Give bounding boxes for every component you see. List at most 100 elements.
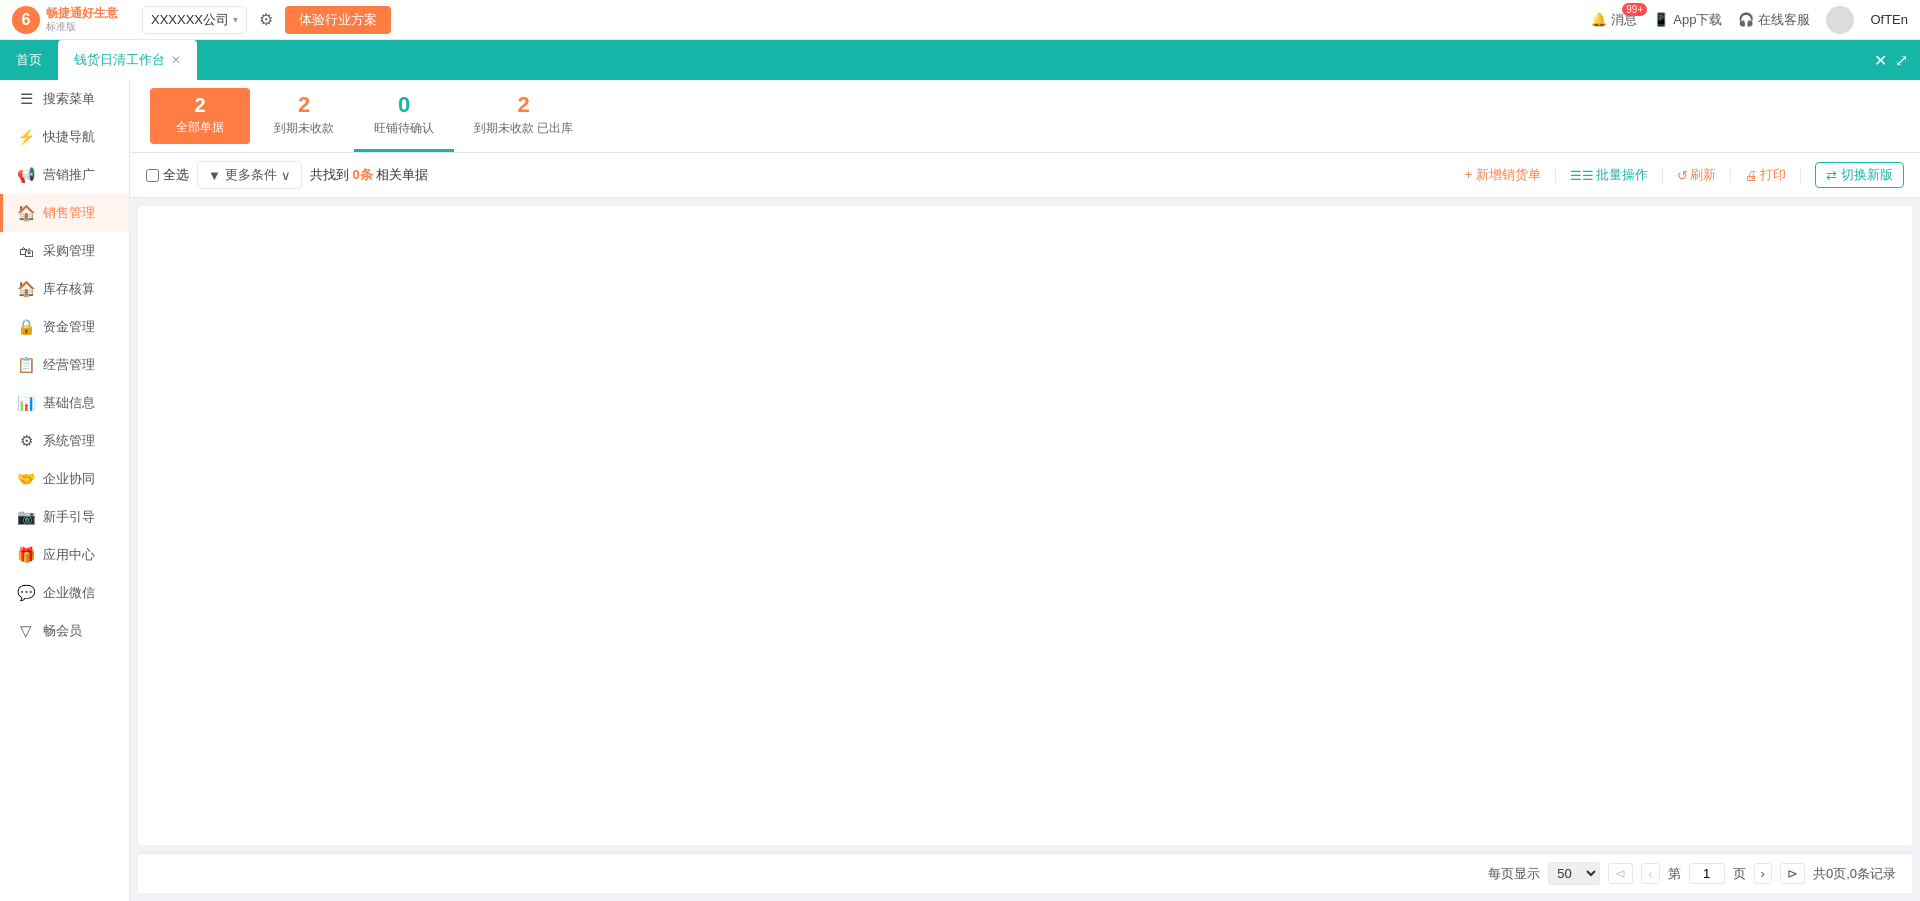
sidebar-label-purchase: 采购管理 — [43, 242, 95, 260]
main-layout: ☰ 搜索菜单 ⚡ 快捷导航 📢 营销推广 🏠 销售管理 🛍 采购管理 🏠 库存核… — [0, 80, 1920, 901]
sidebar-label-system: 系统管理 — [43, 432, 95, 450]
avatar[interactable] — [1826, 6, 1854, 34]
message-button[interactable]: 🔔 消息 99+ — [1591, 11, 1637, 29]
sidebar-item-member[interactable]: ▽ 畅会员 — [0, 612, 129, 650]
finance-icon: 🔒 — [17, 318, 35, 336]
tab-close-button[interactable]: ✕ — [1874, 51, 1887, 70]
sidebar-item-system[interactable]: ⚙ 系统管理 — [0, 422, 129, 460]
main-content: 2 全部单据 2 到期未收款 0 旺铺待确认 2 到期未收款 已出库 全选 — [130, 80, 1920, 901]
total-text: 共0页,0条记录 — [1813, 865, 1896, 883]
sidebar-item-marketing[interactable]: 📢 营销推广 — [0, 156, 129, 194]
toolbar: 全选 ▼ 更多条件 ∨ 共找到 0条 相关单据 + 新增销货单 ☰☰ 批量操作 — [130, 153, 1920, 198]
try-industry-button[interactable]: 体验行业方案 — [285, 6, 391, 34]
filter-button[interactable]: ▼ 更多条件 ∨ — [197, 161, 302, 189]
last-page-button[interactable]: ⊳ — [1780, 863, 1805, 884]
sidebar-label-search-menu: 搜索菜单 — [43, 90, 95, 108]
stats-tabs: 2 全部单据 2 到期未收款 0 旺铺待确认 2 到期未收款 已出库 — [130, 80, 1920, 153]
stat-tab-overdue-out[interactable]: 2 到期未收款 已出库 — [454, 80, 593, 152]
company-name: XXXXXX公司 — [151, 11, 229, 29]
sidebar-item-search-menu[interactable]: ☰ 搜索菜单 — [0, 80, 129, 118]
batch-operations-button[interactable]: ☰☰ 批量操作 — [1570, 166, 1648, 184]
marketing-icon: 📢 — [17, 166, 35, 184]
stat-pending-label: 旺铺待确认 — [374, 120, 434, 137]
prev-page-button[interactable]: ‹ — [1641, 863, 1659, 884]
select-all-label: 全选 — [163, 166, 189, 184]
username: OfTEn — [1870, 12, 1908, 27]
tab-home[interactable]: 首页 — [0, 40, 58, 80]
refresh-button[interactable]: ↺ 刷新 — [1677, 166, 1716, 184]
header-right: 🔔 消息 99+ 📱 App下载 🎧 在线客服 OfTEn — [1591, 6, 1908, 34]
stat-pending-num: 0 — [398, 92, 410, 118]
sidebar-item-purchase[interactable]: 🛍 采购管理 — [0, 232, 129, 270]
wechat-icon: 💬 — [17, 584, 35, 602]
guide-icon: 📷 — [17, 508, 35, 526]
stat-tab-all[interactable]: 2 全部单据 — [150, 88, 250, 144]
inventory-icon: 🏠 — [17, 280, 35, 298]
print-label: 打印 — [1760, 166, 1786, 184]
basic-info-icon: 📊 — [17, 394, 35, 412]
stat-overdue-label: 到期未收款 — [274, 120, 334, 137]
company-selector[interactable]: XXXXXX公司 ▾ — [142, 6, 247, 34]
tab-home-label: 首页 — [16, 51, 42, 69]
sidebar-item-quick-nav[interactable]: ⚡ 快捷导航 — [0, 118, 129, 156]
sidebar-label-member: 畅会员 — [43, 622, 82, 640]
stat-tab-overdue[interactable]: 2 到期未收款 — [254, 80, 354, 152]
divider1 — [1555, 167, 1556, 183]
found-count: 0条 — [353, 167, 373, 182]
print-button[interactable]: 🖨 打印 — [1745, 166, 1786, 184]
switch-label: 切换新版 — [1841, 166, 1893, 184]
switch-icon: ⇄ — [1826, 168, 1837, 183]
operations-icon: 📋 — [17, 356, 35, 374]
sidebar-item-basic-info[interactable]: 📊 基础信息 — [0, 384, 129, 422]
sidebar-item-guide[interactable]: 📷 新手引导 — [0, 498, 129, 536]
sidebar-item-cooperation[interactable]: 🤝 企业协同 — [0, 460, 129, 498]
found-text: 共找到 0条 相关单据 — [310, 166, 428, 184]
headset-icon: 🎧 — [1738, 12, 1754, 27]
select-all-input[interactable] — [146, 169, 159, 182]
divider2 — [1662, 167, 1663, 183]
logo-text: 畅捷通好生意 标准版 — [46, 6, 118, 32]
switch-new-version-button[interactable]: ⇄ 切换新版 — [1815, 162, 1904, 188]
app-download-button[interactable]: 📱 App下载 — [1653, 11, 1722, 29]
page-size-label: 每页显示 — [1488, 865, 1540, 883]
tab-close-icon[interactable]: ✕ — [171, 53, 181, 67]
toolbar-right: + 新增销货单 ☰☰ 批量操作 ↺ 刷新 🖨 打印 ⇄ — [1465, 162, 1904, 188]
tab-bar-actions: ✕ ⤢ — [1874, 51, 1920, 70]
sidebar-label-marketing: 营销推广 — [43, 166, 95, 184]
page-input[interactable] — [1689, 863, 1725, 884]
filter-label: 更多条件 — [225, 166, 277, 184]
sidebar-item-sales[interactable]: 🏠 销售管理 — [0, 194, 129, 232]
page-of: 页 — [1733, 865, 1746, 883]
divider4 — [1800, 167, 1801, 183]
cooperation-icon: 🤝 — [17, 470, 35, 488]
sidebar-item-wechat[interactable]: 💬 企业微信 — [0, 574, 129, 612]
page-size-select[interactable]: 20 50 100 — [1548, 862, 1600, 885]
sidebar-label-app-center: 应用中心 — [43, 546, 95, 564]
tab-work[interactable]: 钱货日清工作台 ✕ — [58, 40, 197, 80]
sidebar-item-inventory[interactable]: 🏠 库存核算 — [0, 270, 129, 308]
tab-expand-button[interactable]: ⤢ — [1895, 51, 1908, 70]
stat-overdue-num: 2 — [298, 92, 310, 118]
online-service-label: 在线客服 — [1758, 11, 1810, 29]
sidebar-item-app-center[interactable]: 🎁 应用中心 — [0, 536, 129, 574]
stat-tab-pending[interactable]: 0 旺铺待确认 — [354, 80, 454, 152]
tab-work-label: 钱货日清工作台 — [74, 51, 165, 69]
bell-icon: 🔔 — [1591, 12, 1607, 27]
next-page-button[interactable]: › — [1754, 863, 1772, 884]
select-all-checkbox[interactable]: 全选 — [146, 166, 189, 184]
stat-all-num: 2 — [194, 94, 205, 117]
add-sales-order-button[interactable]: + 新增销货单 — [1465, 166, 1541, 184]
app-center-icon: 🎁 — [17, 546, 35, 564]
sidebar-item-operations[interactable]: 📋 经营管理 — [0, 346, 129, 384]
message-badge: 99+ — [1622, 3, 1647, 16]
member-icon: ▽ — [17, 622, 35, 640]
settings-icon[interactable]: ⚙ — [259, 10, 273, 29]
refresh-icon: ↺ — [1677, 168, 1688, 183]
first-page-button[interactable]: ⊲ — [1608, 863, 1633, 884]
sidebar-item-finance[interactable]: 🔒 资金管理 — [0, 308, 129, 346]
sidebar-label-cooperation: 企业协同 — [43, 470, 95, 488]
logo-icon: 6 — [12, 6, 40, 34]
online-service-button[interactable]: 🎧 在线客服 — [1738, 11, 1810, 29]
app-download-label: App下载 — [1673, 11, 1722, 29]
menu-icon: ☰ — [17, 90, 35, 108]
